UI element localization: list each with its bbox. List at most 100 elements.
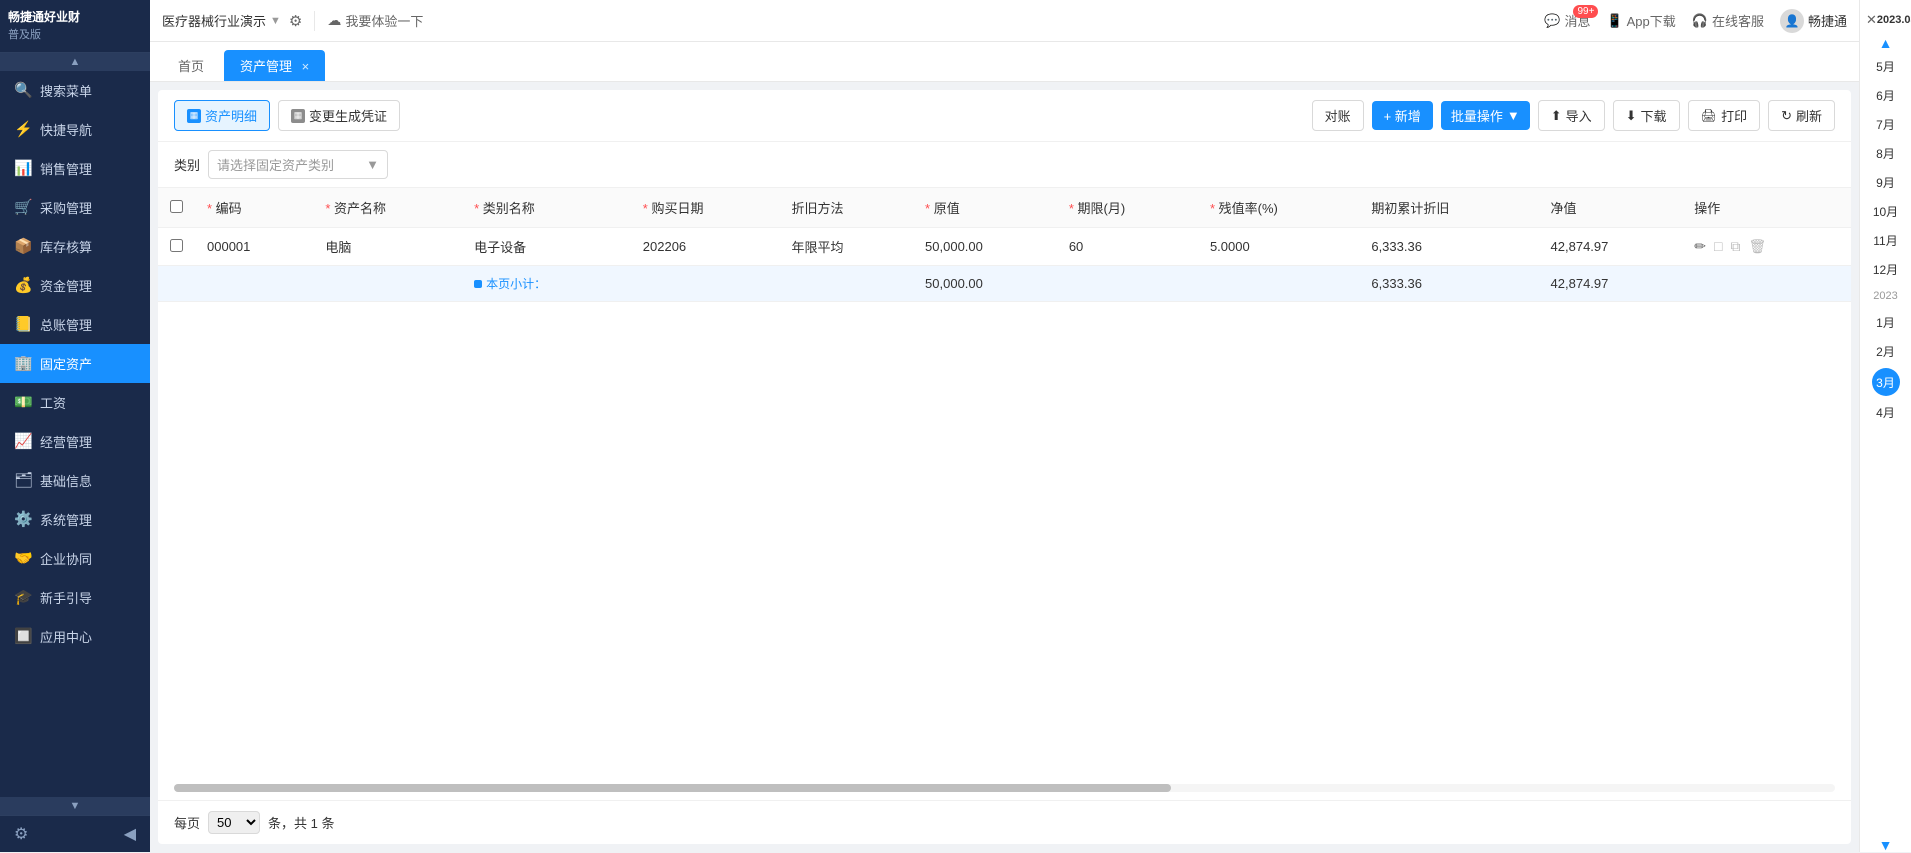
- sidebar-item-label: 工资: [40, 393, 66, 412]
- sidebar-item-collab[interactable]: 🤝 企业协同: [0, 539, 150, 578]
- year-down-arrow[interactable]: ▼: [1879, 838, 1893, 852]
- month-1[interactable]: 1月: [1860, 308, 1911, 337]
- subtotal-label-cell: 本页小计：: [462, 266, 631, 302]
- company-selector[interactable]: 医疗器械行业演示 ▼: [162, 11, 281, 30]
- col-residual-rate: 残值率(%): [1198, 188, 1359, 228]
- sidebar-bottom: ⚙ ◀: [0, 815, 150, 852]
- gear-icon[interactable]: ⚙: [289, 12, 302, 30]
- month-6[interactable]: 6月: [1860, 81, 1911, 110]
- month-9[interactable]: 9月: [1860, 168, 1911, 197]
- sidebar-item-quicknav[interactable]: ⚡ 快捷导航: [0, 110, 150, 149]
- import-button[interactable]: ⬆ 导入: [1538, 100, 1605, 131]
- sidebar-item-guide[interactable]: 🎓 新手引导: [0, 578, 150, 617]
- print-button[interactable]: 🖨 打印: [1688, 100, 1761, 131]
- month-8[interactable]: 8月: [1860, 139, 1911, 168]
- collapse-icon[interactable]: ◀: [124, 824, 136, 844]
- refresh-icon: ↻: [1781, 108, 1792, 124]
- col-period: 期限(月): [1057, 188, 1198, 228]
- subtab-active-icon: ▦: [187, 109, 201, 123]
- cell-actions: ✏ □ ⧉ 🗑: [1682, 228, 1851, 266]
- reconcile-button[interactable]: 对账: [1312, 100, 1364, 131]
- select-all-checkbox[interactable]: [170, 200, 183, 213]
- sidebar-item-ledger[interactable]: 📒 总账管理: [0, 305, 150, 344]
- money-icon: 💰: [14, 276, 32, 294]
- year-up-arrow[interactable]: ▲: [1879, 36, 1893, 50]
- download-label: 下载: [1641, 106, 1667, 125]
- sidebar-item-system[interactable]: ⚙️ 系统管理: [0, 500, 150, 539]
- per-page-label: 每页: [174, 813, 200, 832]
- sidebar-item-salary[interactable]: 💵 工资: [0, 383, 150, 422]
- col-accumulated: 期初累计折旧: [1359, 188, 1538, 228]
- sidebar-item-sales[interactable]: 📊 销售管理: [0, 149, 150, 188]
- sidebar-item-search[interactable]: 🔍 搜索菜单: [0, 71, 150, 110]
- download-button[interactable]: ⬇ 下载: [1613, 100, 1680, 131]
- subtab-asset-detail[interactable]: ▦ 资产明细: [174, 100, 270, 131]
- sidebar-scroll-down[interactable]: ▼: [0, 797, 150, 815]
- subtab-change-voucher[interactable]: ▦ 变更生成凭证: [278, 100, 400, 131]
- tab-home[interactable]: 首页: [162, 50, 220, 81]
- sidebar-item-basicinfo[interactable]: 🗂 基础信息: [0, 461, 150, 500]
- app-download-btn[interactable]: 📱 App下载: [1606, 11, 1675, 30]
- subtotal-empty-8: [1682, 266, 1851, 302]
- copy-icon[interactable]: □: [1714, 238, 1722, 255]
- settings-icon[interactable]: ⚙: [14, 824, 28, 844]
- category-filter[interactable]: 请选择固定资产类别 ▼: [208, 150, 388, 179]
- sidebar-nav: 🔍 搜索菜单 ⚡ 快捷导航 📊 销售管理 🛒 采购管理 📦 库存核算 💰 资金管…: [0, 71, 150, 797]
- tab-home-label: 首页: [178, 59, 204, 74]
- message-btn[interactable]: 💬 消息 99+: [1544, 11, 1590, 30]
- subtab-asset-detail-label: 资产明细: [205, 106, 257, 125]
- month-12[interactable]: 12月: [1860, 255, 1911, 284]
- sidebar-item-inventory[interactable]: 📦 库存核算: [0, 227, 150, 266]
- year-2023-label: 2023: [1860, 284, 1911, 308]
- cart-icon: 🛒: [14, 198, 32, 216]
- duplicate-icon[interactable]: ⧉: [1731, 238, 1741, 255]
- refresh-label: 刷新: [1796, 106, 1822, 125]
- subtotal-empty-5: [780, 266, 914, 302]
- sidebar-item-label: 基础信息: [40, 471, 92, 490]
- edit-icon[interactable]: ✏: [1694, 238, 1706, 255]
- horizontal-scrollbar[interactable]: [174, 784, 1835, 792]
- month-10[interactable]: 10月: [1860, 197, 1911, 226]
- chart-icon: 📊: [14, 159, 32, 177]
- online-service-btn[interactable]: 🎧 在线客服: [1692, 11, 1764, 30]
- new-button[interactable]: + 新增: [1372, 101, 1433, 130]
- batch-ops-button[interactable]: 批量操作 ▼: [1441, 101, 1530, 130]
- sidebar-item-fixedassets[interactable]: 🏢 固定资产: [0, 344, 150, 383]
- tab-asset-management[interactable]: 资产管理 ×: [224, 50, 325, 81]
- sidebar-item-label: 快捷导航: [40, 120, 92, 139]
- content-area: ▦ 资产明细 ▦ 变更生成凭证 对账 + 新增 批量操作 ▼ ⬆ 导入 ⬇: [158, 90, 1851, 844]
- experience-btn[interactable]: ☁ 我要体验一下: [327, 11, 423, 30]
- trend-icon: 📈: [14, 432, 32, 450]
- page-tabs: 首页 资产管理 ×: [150, 42, 1859, 82]
- month-7[interactable]: 7月: [1860, 110, 1911, 139]
- print-label: 打印: [1721, 106, 1747, 125]
- sidebar: 畅捷通好业财 普及版 ▲ 🔍 搜索菜单 ⚡ 快捷导航 📊 销售管理 🛒 采购管理…: [0, 0, 150, 852]
- month-list: 5月 6月 7月 8月 9月 10月 11月 12月 2023 1月 2月 3月…: [1860, 52, 1911, 836]
- sidebar-item-label: 经营管理: [40, 432, 92, 451]
- sidebar-item-purchase[interactable]: 🛒 采购管理: [0, 188, 150, 227]
- refresh-button[interactable]: ↻ 刷新: [1768, 100, 1835, 131]
- subtotal-empty-2: [195, 266, 313, 302]
- month-5[interactable]: 5月: [1860, 52, 1911, 81]
- sidebar-item-finance[interactable]: 💰 资金管理: [0, 266, 150, 305]
- user-menu[interactable]: 👤 畅捷通: [1780, 9, 1847, 33]
- sidebar-item-appcenter[interactable]: 🔲 应用中心: [0, 617, 150, 656]
- month-4[interactable]: 4月: [1860, 398, 1911, 427]
- sidebar-item-label: 销售管理: [40, 159, 92, 178]
- per-page-select[interactable]: 50 10 20 100: [208, 811, 260, 834]
- month-3-current[interactable]: 3月: [1872, 368, 1900, 396]
- right-panel-close-icon[interactable]: ✕: [1866, 12, 1877, 28]
- sidebar-item-management[interactable]: 📈 经营管理: [0, 422, 150, 461]
- cell-period: 60: [1057, 228, 1198, 266]
- tab-close-icon[interactable]: ×: [302, 59, 310, 74]
- month-2[interactable]: 2月: [1860, 337, 1911, 366]
- asset-table: 编码 资产名称 类别名称 购买日期 折旧方法 原值 期限(月) 残值率(%) 期…: [158, 188, 1851, 302]
- month-11[interactable]: 11月: [1860, 226, 1911, 255]
- delete-icon[interactable]: 🗑: [1749, 238, 1767, 255]
- sidebar-item-label: 新手引导: [40, 588, 92, 607]
- col-code: 编码: [195, 188, 313, 228]
- topbar-divider: [314, 11, 315, 31]
- sidebar-scroll-up[interactable]: ▲: [0, 53, 150, 71]
- row-checkbox[interactable]: [170, 239, 183, 252]
- subtotal-empty-1: [158, 266, 195, 302]
